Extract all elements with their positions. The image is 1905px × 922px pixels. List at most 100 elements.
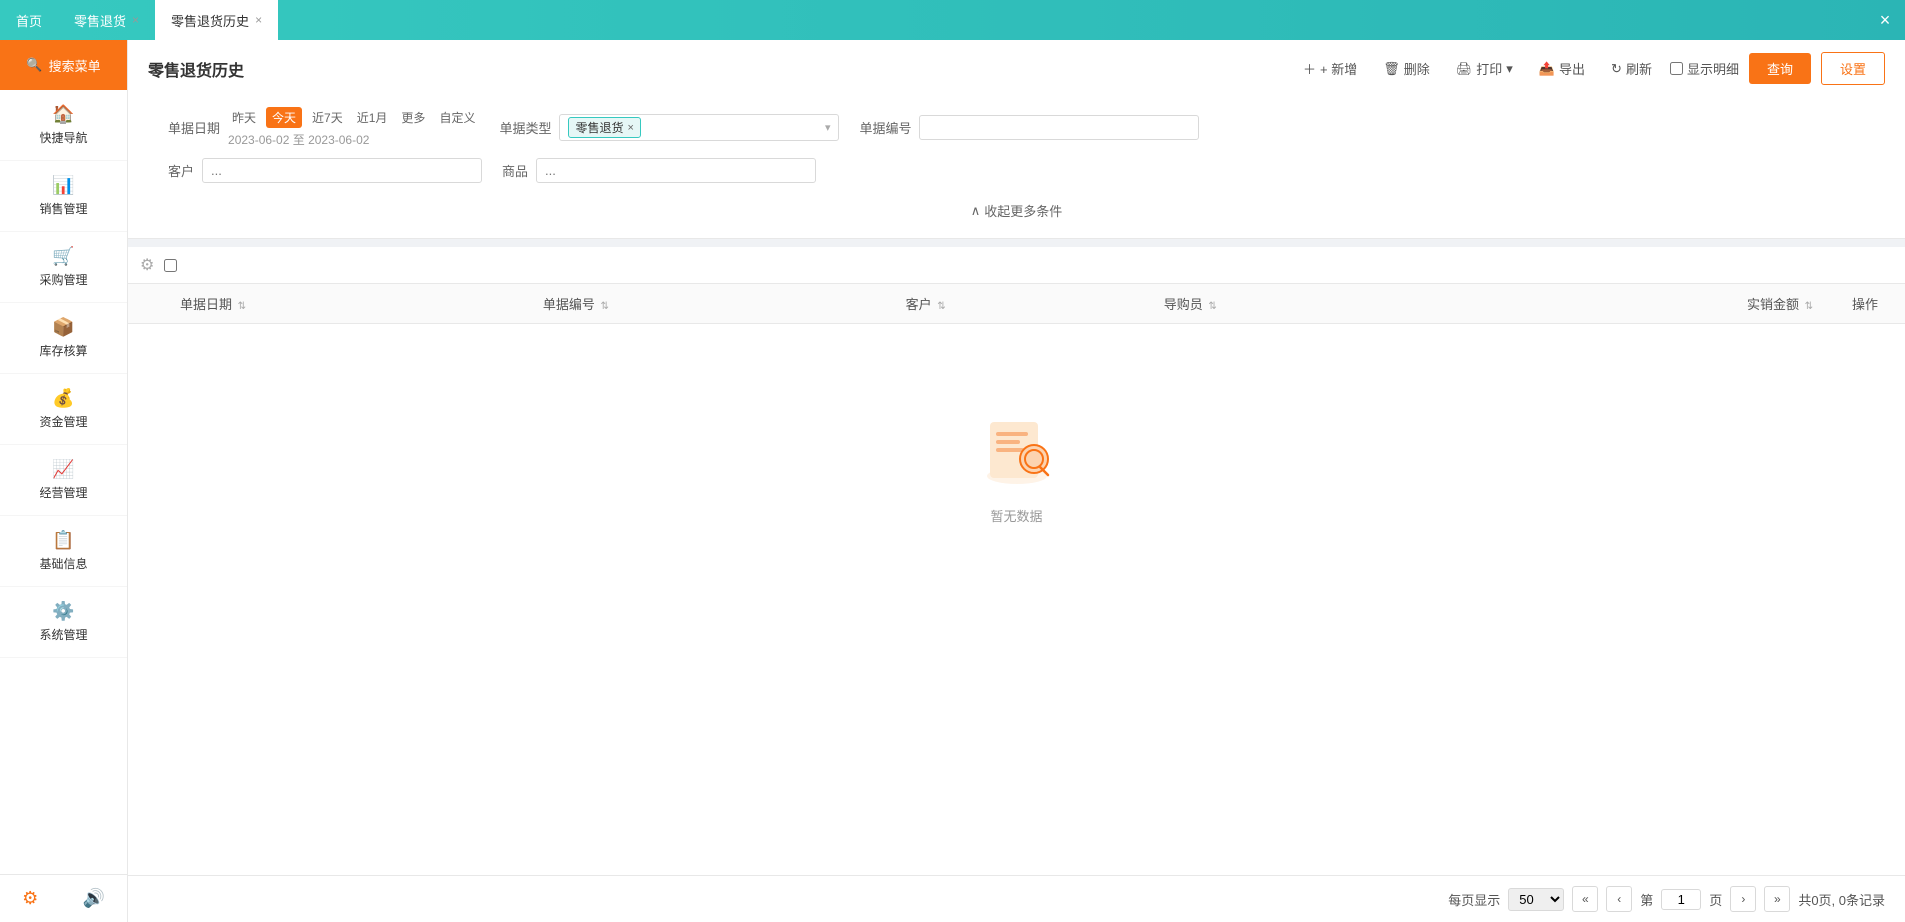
base-info-icon: 📋	[52, 530, 74, 551]
display-detail-input[interactable]	[1670, 62, 1683, 75]
sidebar-item-quick-nav[interactable]: 🏠 快捷导航	[0, 90, 127, 161]
page-number-input[interactable]	[1661, 889, 1701, 910]
th-customer[interactable]: 客户 ⇅	[894, 284, 1152, 324]
th-voucher-no[interactable]: 单据编号 ⇅	[531, 284, 894, 324]
date-filter-label: 单据日期	[168, 118, 220, 137]
date-btn-today[interactable]: 今天	[266, 107, 302, 128]
new-button[interactable]: ＋ + 新增	[1295, 55, 1365, 82]
tab-list: 首页 零售退货 × 零售退货历史 ×	[0, 0, 1865, 40]
print-label: 打印	[1476, 59, 1502, 78]
sidebar-item-operation[interactable]: 📈 经营管理	[0, 445, 127, 516]
empty-label: 暂无数据	[990, 506, 1042, 525]
window-close-button[interactable]: ×	[1865, 0, 1905, 40]
sidebar-item-purchase-mgmt[interactable]: 🛒 采购管理	[0, 232, 127, 303]
th-checkbox	[128, 284, 168, 324]
collapse-button[interactable]: ∧ 收起更多条件	[971, 201, 1063, 220]
goods-label: 商品	[502, 161, 528, 180]
sidebar-label-finance: 资金管理	[39, 413, 87, 430]
system-icon: ⚙️	[52, 601, 74, 622]
th-action: 操作	[1825, 284, 1905, 324]
content-area: 零售退货历史 ＋ + 新增 🗑 删除 🖨 打印 ▾	[128, 40, 1905, 922]
voucher-type-label: 单据类型	[499, 118, 551, 137]
voucher-type-group: 单据类型 零售退货 × ▾	[499, 114, 839, 141]
tab-home[interactable]: 首页	[0, 0, 58, 40]
th-actual-amount[interactable]: 实销金额 ⇅	[1462, 284, 1825, 324]
goods-filter-group: 商品	[502, 158, 816, 183]
first-page-button[interactable]: «	[1572, 886, 1598, 912]
display-detail-checkbox[interactable]: 显示明细	[1670, 59, 1739, 78]
sidebar-item-inventory[interactable]: 📦 库存核算	[0, 303, 127, 374]
toolbar: ＋ + 新增 🗑 删除 🖨 打印 ▾ 📤 导出	[1295, 52, 1885, 85]
tab-home-label: 首页	[16, 11, 42, 30]
date-btn-1month[interactable]: 近1月	[353, 107, 392, 128]
query-button[interactable]: 查询	[1749, 53, 1811, 84]
sidebar-item-system[interactable]: ⚙️ 系统管理	[0, 587, 127, 658]
voucher-number-group: 单据编号	[859, 115, 1199, 140]
voucher-type-input[interactable]: 零售退货 × ▾	[559, 114, 839, 141]
next-page-button[interactable]: ›	[1730, 886, 1756, 912]
home-icon: 🏠	[52, 104, 74, 125]
tab-retail-return-history-close[interactable]: ×	[255, 13, 262, 27]
page-title: 零售退货历史	[148, 57, 244, 81]
collapse-label: 收起更多条件	[984, 201, 1062, 220]
empty-state: 暂无数据	[128, 324, 1905, 605]
main-layout: 🔍 搜索菜单 🏠 快捷导航 📊 销售管理 🛒 采购管理 📦 库存核算 💰	[0, 40, 1905, 922]
purchase-icon: 🛒	[52, 246, 74, 267]
table-container: ⚙ 单据日期 ⇅ 单据编号 ⇅	[128, 247, 1905, 875]
th-guide[interactable]: 导购员 ⇅	[1152, 284, 1462, 324]
sidebar-item-finance[interactable]: 💰 资金管理	[0, 374, 127, 445]
tab-retail-return-close[interactable]: ×	[132, 13, 139, 27]
tab-retail-return[interactable]: 零售退货 ×	[58, 0, 155, 40]
select-all-checkbox[interactable]	[164, 259, 177, 272]
delete-label: 删除	[1404, 59, 1430, 78]
customer-input[interactable]	[202, 158, 482, 183]
per-page-select[interactable]: 20 50 100	[1508, 888, 1564, 911]
date-btn-more[interactable]: 更多	[397, 107, 429, 128]
customer-label: 客户	[168, 161, 194, 180]
volume-icon[interactable]: 🔊	[82, 888, 104, 909]
page-unit: 页	[1709, 890, 1722, 909]
goods-input[interactable]	[536, 158, 816, 183]
sidebar-item-sales-mgmt[interactable]: 📊 销售管理	[0, 161, 127, 232]
prev-page-button[interactable]: ‹	[1606, 886, 1632, 912]
date-btn-7days[interactable]: 近7天	[308, 107, 347, 128]
voucher-type-tag-text: 零售退货	[575, 119, 623, 136]
voucher-type-tag: 零售退货 ×	[568, 117, 640, 138]
export-button[interactable]: 📤 导出	[1531, 55, 1593, 82]
sidebar: 🔍 搜索菜单 🏠 快捷导航 📊 销售管理 🛒 采购管理 📦 库存核算 💰	[0, 40, 128, 922]
plus-icon: ＋	[1303, 59, 1316, 78]
table-settings-icon[interactable]: ⚙	[140, 255, 154, 275]
th-voucher-date[interactable]: 单据日期 ⇅	[168, 284, 531, 324]
sort-icon-no: ⇅	[600, 301, 608, 312]
last-page-button[interactable]: »	[1764, 886, 1790, 912]
print-button[interactable]: 🖨 打印 ▾	[1448, 55, 1521, 82]
total-records-label: 共0页, 0条记录	[1798, 890, 1885, 909]
refresh-button[interactable]: ↻ 刷新	[1603, 55, 1660, 82]
sidebar-label-base-info: 基础信息	[39, 555, 87, 572]
sidebar-search-label: 搜索菜单	[49, 56, 101, 75]
inventory-icon: 📦	[52, 317, 74, 338]
sidebar-item-base-info[interactable]: 📋 基础信息	[0, 516, 127, 587]
sort-icon-amount: ⇅	[1805, 301, 1813, 312]
settings-button[interactable]: 设置	[1821, 52, 1885, 85]
voucher-type-dropdown-arrow: ▾	[825, 121, 831, 134]
voucher-number-input[interactable]	[919, 115, 1199, 140]
sidebar-label-inventory: 库存核算	[39, 342, 87, 359]
settings-bottom-icon[interactable]: ⚙	[22, 888, 38, 909]
filter-area: 单据日期 昨天 今天 近7天 近1月 更多 自定义 2023-06-02 至 2…	[148, 97, 1885, 238]
sort-icon-customer: ⇅	[937, 301, 945, 312]
date-filter-group: 单据日期 昨天 今天 近7天 近1月 更多 自定义 2023-06-02 至 2…	[168, 107, 479, 148]
date-btn-yesterday[interactable]: 昨天	[228, 107, 260, 128]
delete-button[interactable]: 🗑 删除	[1375, 55, 1438, 82]
operation-icon: 📈	[52, 459, 74, 480]
sidebar-label-quick-nav: 快捷导航	[39, 129, 87, 146]
date-btn-custom[interactable]: 自定义	[435, 107, 479, 128]
sidebar-menu: 🏠 快捷导航 📊 销售管理 🛒 采购管理 📦 库存核算 💰 资金管理 📈	[0, 90, 127, 874]
sidebar-bottom: ⚙ 🔊	[0, 874, 127, 922]
display-detail-label: 显示明细	[1687, 59, 1739, 78]
table-header-row: 单据日期 ⇅ 单据编号 ⇅ 客户 ⇅ 导购员 ⇅	[128, 284, 1905, 324]
search-icon: 🔍	[26, 57, 42, 73]
voucher-type-tag-close[interactable]: ×	[627, 122, 633, 134]
tab-retail-return-history[interactable]: 零售退货历史 ×	[155, 0, 278, 40]
sidebar-search[interactable]: 🔍 搜索菜单	[0, 40, 127, 90]
